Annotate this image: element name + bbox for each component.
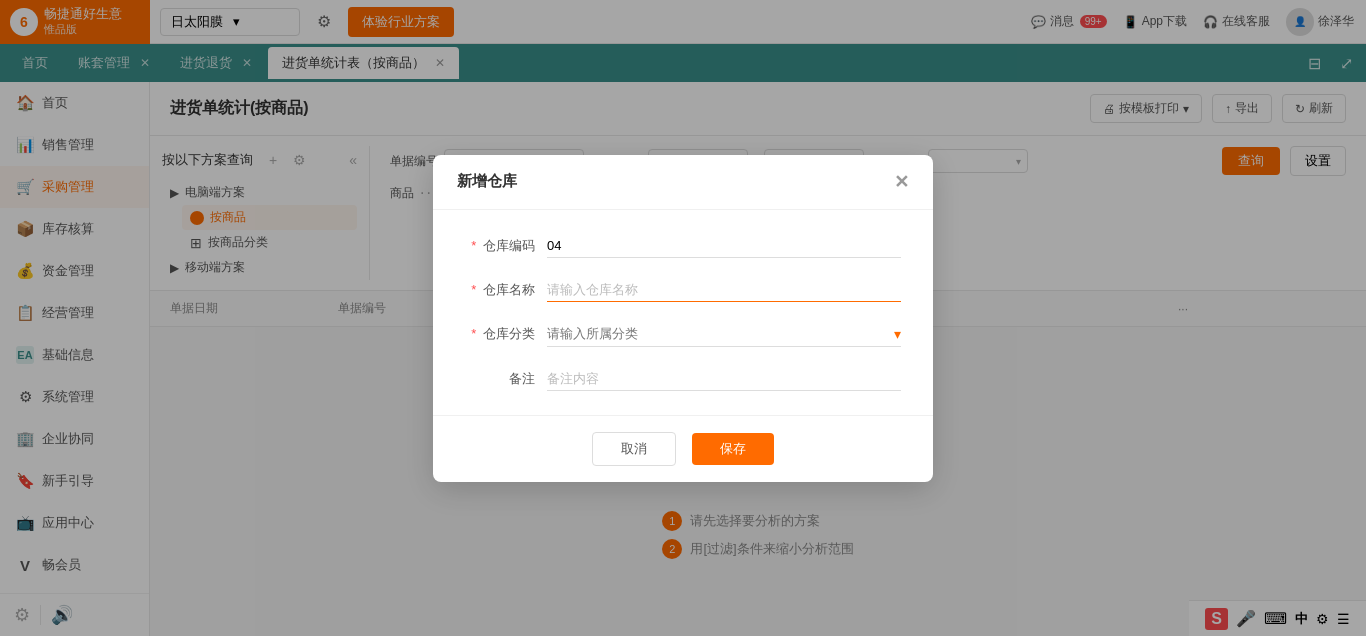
dialog-body: * 仓库编码 * 仓库名称 * 仓库分类: [433, 210, 933, 415]
code-input[interactable]: [547, 234, 901, 258]
dialog-footer: 取消 保存: [433, 415, 933, 482]
category-select-wrap[interactable]: [547, 322, 901, 347]
category-label: * 仓库分类: [465, 325, 535, 343]
form-row-remark: 备注: [465, 367, 901, 391]
name-label: * 仓库名称: [465, 281, 535, 299]
category-required-mark: *: [471, 326, 476, 341]
name-input[interactable]: [547, 278, 901, 302]
form-row-code: * 仓库编码: [465, 234, 901, 258]
dialog-header: 新增仓库 ✕: [433, 155, 933, 210]
dialog-title: 新增仓库: [457, 172, 517, 191]
cancel-button[interactable]: 取消: [592, 432, 676, 466]
remark-input[interactable]: [547, 367, 901, 391]
dialog-close-button[interactable]: ✕: [894, 171, 909, 193]
dialog-add-warehouse: 新增仓库 ✕ * 仓库编码 * 仓库名称: [433, 155, 933, 482]
form-row-name: * 仓库名称: [465, 278, 901, 302]
code-required-mark: *: [471, 238, 476, 253]
category-input[interactable]: [547, 326, 894, 341]
save-button[interactable]: 保存: [692, 433, 774, 465]
name-required-mark: *: [471, 282, 476, 297]
form-row-category: * 仓库分类: [465, 322, 901, 347]
modal-overlay[interactable]: 新增仓库 ✕ * 仓库编码 * 仓库名称: [0, 0, 1366, 636]
remark-label: 备注: [465, 370, 535, 388]
code-label: * 仓库编码: [465, 237, 535, 255]
